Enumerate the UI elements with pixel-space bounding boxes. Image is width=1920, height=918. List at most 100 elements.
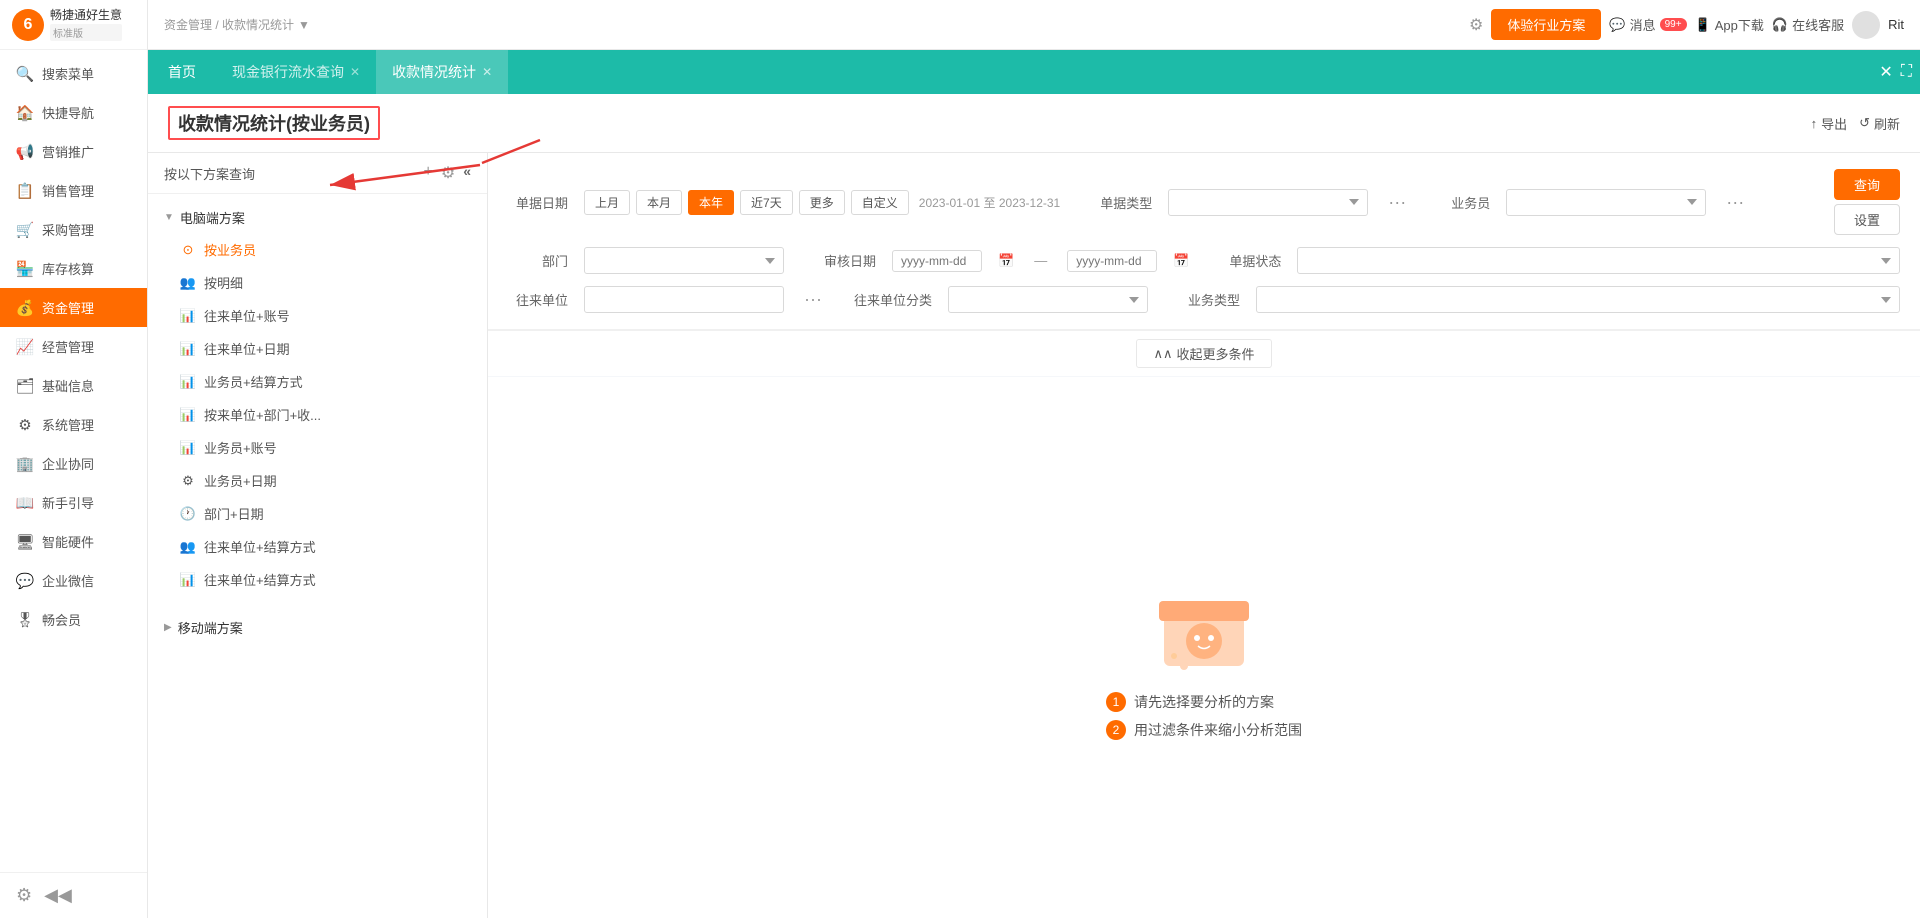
- scheme-item-salesperson-settlement[interactable]: 📊 业务员+结算方式: [148, 365, 487, 398]
- scheme-label-partner-date: 往来单位+日期: [204, 339, 290, 358]
- date-label: 单据日期: [508, 193, 568, 212]
- breadcrumb-text: 资金管理 / 收款情况统计: [164, 16, 294, 33]
- date-btn-this-year[interactable]: 本年: [688, 190, 734, 215]
- query-button[interactable]: 查询: [1834, 169, 1900, 200]
- tab-home[interactable]: 首页: [148, 50, 216, 94]
- page-title-actions: ↑ 导出 ↺ 刷新: [1811, 114, 1900, 133]
- settings-button[interactable]: 设置: [1834, 204, 1900, 235]
- system-icon: ⚙: [16, 416, 34, 434]
- scheme-group-mobile[interactable]: ▶ 移动端方案: [148, 612, 487, 643]
- scheme-item-salesperson-date[interactable]: ⚙ 业务员+日期: [148, 464, 487, 497]
- hardware-icon: 🖥: [16, 533, 34, 551]
- main-area: 资金管理 / 收款情况统计 ▼ ⚙ 体验行业方案 💬 消息 99+ 📱 App下…: [148, 0, 1920, 918]
- scheme-item-partner-settlement2[interactable]: 📊 往来单位+结算方式: [148, 563, 487, 596]
- tab-bank[interactable]: 现金银行流水查询 ✕: [216, 50, 376, 94]
- panel-collapse-icon[interactable]: «: [463, 163, 471, 183]
- calendar-to-icon[interactable]: 📅: [1173, 253, 1189, 269]
- sidebar-item-guide[interactable]: 📖 新手引导: [0, 483, 147, 522]
- collapse-sidebar-icon[interactable]: ◀◀: [44, 885, 72, 906]
- review-date-from-input[interactable]: [892, 250, 982, 272]
- sidebar-item-inventory[interactable]: 🏪 库存核算: [0, 249, 147, 288]
- sidebar-item-search[interactable]: 🔍 搜索菜单: [0, 54, 147, 93]
- scheme-item-partner-dept[interactable]: 📊 按来单位+部门+收...: [148, 398, 487, 431]
- collapse-arrow-icon: ∧∧: [1153, 346, 1172, 362]
- sidebar-item-finance[interactable]: 💰 资金管理: [0, 288, 147, 327]
- salesperson-more-btn[interactable]: ···: [1726, 192, 1744, 213]
- app-download-item[interactable]: 📱 App下载: [1695, 15, 1764, 34]
- logo-icon: 6: [12, 9, 44, 41]
- department-select[interactable]: [584, 247, 784, 274]
- left-panel: 按以下方案查询 + ⚙ « ▼ 电脑端方案 ⊙ 按业务员: [148, 153, 488, 918]
- date-from: 2023-01-01: [919, 196, 980, 210]
- scheme-item-partner-account[interactable]: 📊 往来单位+账号: [148, 299, 487, 332]
- sidebar-item-operations[interactable]: 📈 经营管理: [0, 327, 147, 366]
- sidebar-item-finance-label: 资金管理: [42, 298, 94, 317]
- finance-icon: 💰: [16, 299, 34, 317]
- status-select[interactable]: [1297, 247, 1900, 274]
- sidebar-item-hardware[interactable]: 🖥 智能硬件: [0, 522, 147, 561]
- sidebar-item-system[interactable]: ⚙ 系统管理: [0, 405, 147, 444]
- settings-footer-icon[interactable]: ⚙: [16, 885, 32, 906]
- type-select[interactable]: [1168, 189, 1368, 216]
- refresh-label: 刷新: [1874, 114, 1900, 133]
- operations-icon: 📈: [16, 338, 34, 356]
- online-service-item[interactable]: 🎧 在线客服: [1772, 15, 1844, 34]
- sidebar-item-marketing[interactable]: 📢 营销推广: [0, 132, 147, 171]
- sidebar-item-wechat[interactable]: 💬 企业微信: [0, 561, 147, 600]
- collapse-more-button[interactable]: ∧∧ 收起更多条件: [1136, 339, 1271, 368]
- export-button[interactable]: ↑ 导出: [1811, 114, 1848, 133]
- scheme-item-by-detail[interactable]: 👥 按明细: [148, 266, 487, 299]
- scheme-item-partner-date[interactable]: 📊 往来单位+日期: [148, 332, 487, 365]
- tab-maximize-icon[interactable]: ⛶: [1901, 63, 1912, 81]
- marketing-icon: 📢: [16, 143, 34, 161]
- dropdown-icon[interactable]: ▼: [298, 18, 310, 32]
- tab-receipt[interactable]: 收款情况统计 ✕: [376, 50, 508, 94]
- scheme-item-dept-date[interactable]: 🕐 部门+日期: [148, 497, 487, 530]
- empty-step-1: 1 请先选择要分析的方案: [1106, 692, 1302, 712]
- logo-text: 畅捷通好生意: [50, 8, 122, 24]
- trial-industry-button[interactable]: 体验行业方案: [1491, 9, 1601, 40]
- panel-settings-icon[interactable]: ⚙: [441, 163, 455, 183]
- salesperson-settlement-icon: 📊: [180, 374, 196, 390]
- step-2-label: 用过滤条件来缩小分析范围: [1134, 720, 1302, 740]
- scheme-group-desktop[interactable]: ▼ 电脑端方案: [148, 202, 487, 233]
- date-btn-more[interactable]: 更多: [799, 190, 845, 215]
- type-more-btn[interactable]: ···: [1388, 192, 1406, 213]
- review-date-to-input[interactable]: [1067, 250, 1157, 272]
- scheme-item-salesperson-account[interactable]: 📊 业务员+账号: [148, 431, 487, 464]
- filter-row-2: 部门 审核日期 📅 — 📅 单据状态: [508, 247, 1900, 274]
- sidebar-item-purchase[interactable]: 🛒 采购管理: [0, 210, 147, 249]
- export-label: 导出: [1821, 114, 1847, 133]
- tab-receipt-close[interactable]: ✕: [482, 65, 492, 79]
- partner-input[interactable]: [584, 286, 784, 313]
- sidebar-item-basic[interactable]: 🗂 基础信息: [0, 366, 147, 405]
- salesperson-select[interactable]: [1506, 189, 1706, 216]
- tab-bank-close[interactable]: ✕: [350, 65, 360, 79]
- user-avatar[interactable]: [1852, 11, 1880, 39]
- right-content: 单据日期 上月 本月 本年 近7天 更多 自定义 2023-01-01 至: [488, 153, 1920, 918]
- panel-add-icon[interactable]: +: [424, 163, 433, 183]
- gear-settings-icon[interactable]: ⚙: [1469, 15, 1483, 35]
- message-item[interactable]: 💬 消息 99+: [1609, 15, 1686, 34]
- date-btn-last-month[interactable]: 上月: [584, 190, 630, 215]
- refresh-button[interactable]: ↺ 刷新: [1859, 114, 1900, 133]
- sidebar-item-vip[interactable]: 🎖 畅会员: [0, 600, 147, 639]
- date-btn-this-month[interactable]: 本月: [636, 190, 682, 215]
- sidebar-footer: ⚙ ◀◀: [0, 872, 147, 918]
- scheme-item-by-salesperson[interactable]: ⊙ 按业务员: [148, 233, 487, 266]
- sidebar-item-enterprise-label: 企业协同: [42, 454, 94, 473]
- partner-more-btn[interactable]: ···: [804, 289, 822, 310]
- calendar-from-icon[interactable]: 📅: [998, 253, 1014, 269]
- sidebar-item-quicknav[interactable]: 🏠 快捷导航: [0, 93, 147, 132]
- sidebar-item-enterprise[interactable]: 🏢 企业协同: [0, 444, 147, 483]
- tab-bar: 首页 现金银行流水查询 ✕ 收款情况统计 ✕ ✕ ⛶: [148, 50, 1920, 94]
- scheme-item-partner-settlement1[interactable]: 👥 往来单位+结算方式: [148, 530, 487, 563]
- scheme-section-mobile: ▶ 移动端方案: [148, 604, 487, 651]
- collapse-btn-label: 收起更多条件: [1177, 344, 1255, 363]
- tab-close-window-icon[interactable]: ✕: [1879, 62, 1892, 82]
- date-btn-custom[interactable]: 自定义: [851, 190, 909, 215]
- sidebar-item-sales[interactable]: 📋 销售管理: [0, 171, 147, 210]
- date-btn-7days[interactable]: 近7天: [740, 190, 793, 215]
- partner-category-select[interactable]: [948, 286, 1148, 313]
- biz-type-select[interactable]: [1256, 286, 1900, 313]
